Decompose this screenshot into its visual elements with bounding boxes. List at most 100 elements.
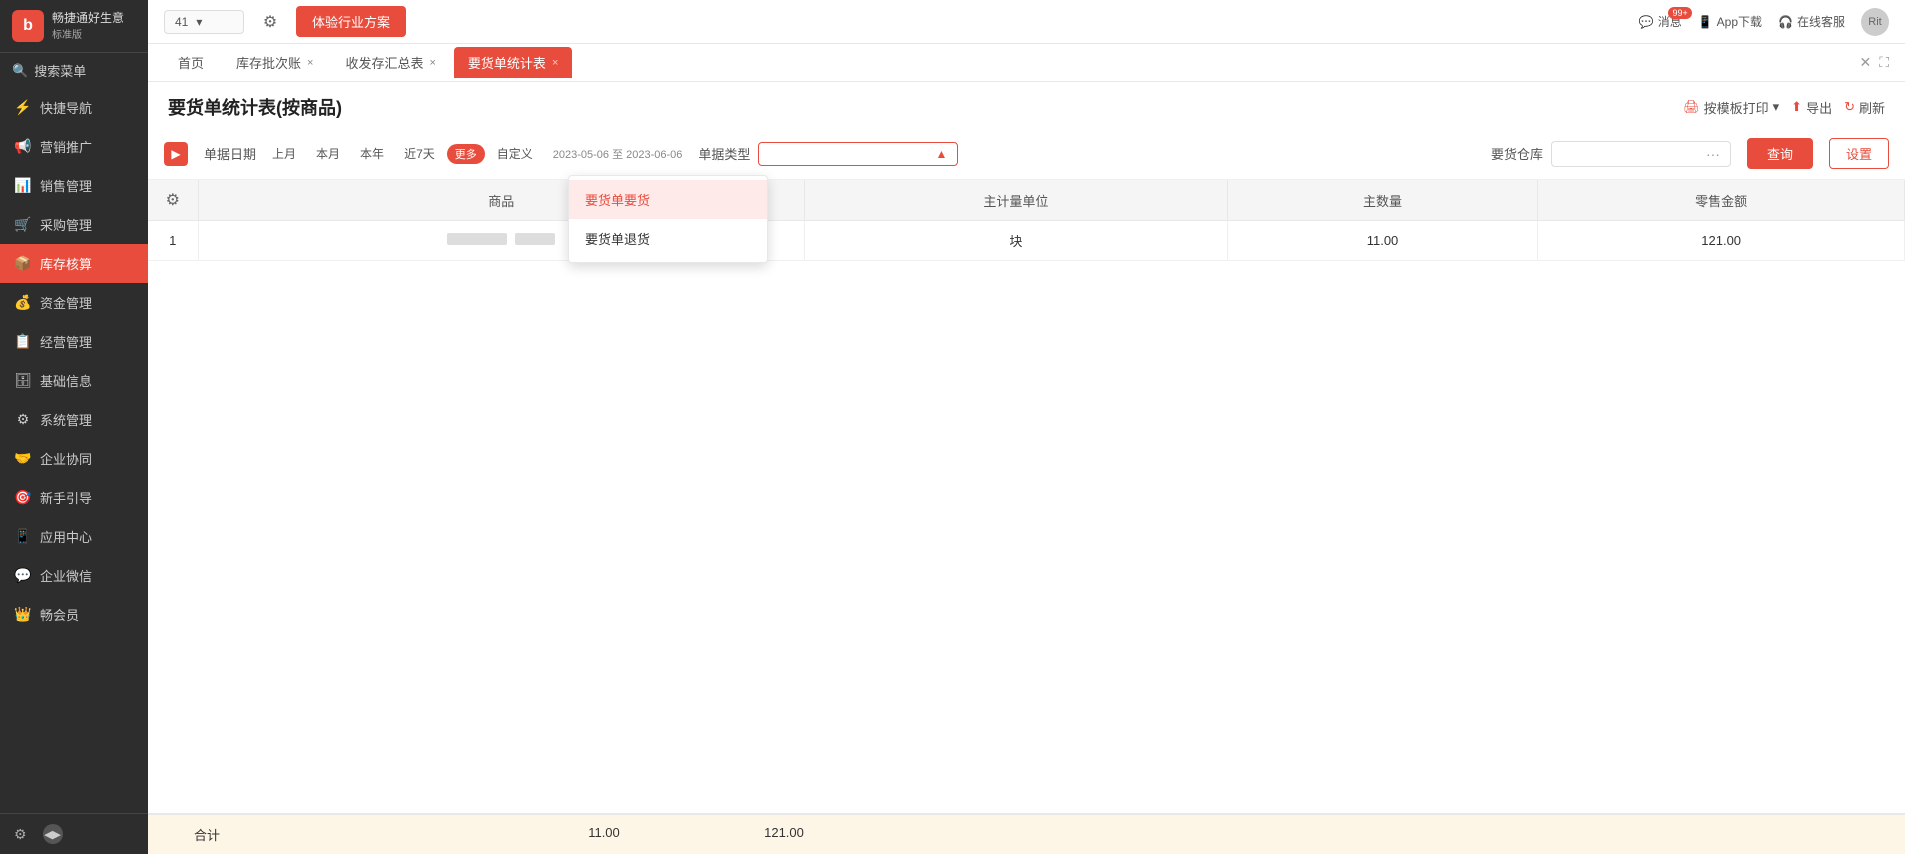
table-col-settings[interactable]: ⚙ [148,180,198,221]
export-action[interactable]: ⬆ 导出 [1791,98,1832,117]
table-container: ⚙ 商品 主计量单位 主数量 零售金额 1 [148,180,1905,813]
dropdown-item-tuihuo[interactable]: 要货单退货 [569,219,767,258]
tab-close-all: ✕ ⛶ [1859,54,1889,71]
page-header: 要货单统计表(按商品) 🖨 按模板打印 ▾ ⬆ 导出 ↻ 刷新 [148,82,1905,128]
date-option-7days[interactable]: 近7天 [396,142,443,165]
service-icon: 🎧 [1778,15,1793,29]
sidebar-item-enterprise[interactable]: 🤝 企业协同 [0,439,148,478]
sidebar-item-basic-info[interactable]: 🗄 基础信息 [0,361,148,400]
close-all-icon[interactable]: ✕ [1859,54,1871,71]
table-col-qty: 主数量 [1227,180,1538,221]
close-inventory-batch-icon[interactable]: × [307,57,313,69]
sidebar-item-label: 采购管理 [40,215,92,234]
messages-action[interactable]: 💬 消息 99+ [1639,13,1682,30]
tab-order-summary[interactable]: 要货单统计表 × [454,47,572,78]
app-download-action[interactable]: 📱 App下载 [1698,13,1762,30]
maximize-icon[interactable]: ⛶ [1879,54,1889,71]
page-content: 要货单统计表(按商品) 🖨 按模板打印 ▾ ⬆ 导出 ↻ 刷新 ▶ [148,82,1905,854]
tab-home[interactable]: 首页 [164,47,218,78]
query-button[interactable]: 查询 [1747,138,1813,169]
wechat-icon: 💬 [14,567,32,584]
sidebar-item-finance[interactable]: 💰 资金管理 [0,283,148,322]
sidebar-item-quick-nav[interactable]: ⚡ 快捷导航 [0,88,148,127]
table-row: 1 块 11.00 121.00 [148,221,1905,261]
sidebar-item-label: 新手引导 [40,488,92,507]
warehouse-label: 要货仓库 [1491,144,1543,163]
operations-icon: 📋 [14,333,32,350]
sidebar-item-operations[interactable]: 📋 经营管理 [0,322,148,361]
system-icon: ⚙ [14,411,32,428]
sidebar-collapse-btn[interactable]: ◀▶ [43,824,63,844]
date-option-custom[interactable]: 自定义 [489,142,541,165]
settings-button[interactable]: 设置 [1829,138,1889,169]
sidebar-search[interactable]: 🔍 搜索菜单 [0,53,148,88]
online-service-action[interactable]: 🎧 在线客服 [1778,13,1845,30]
enterprise-icon: 🤝 [14,450,32,467]
date-option-this-month[interactable]: 本月 [308,142,348,165]
filter-type-group: 单据类型 ▲ 要货单要货 要货单退货 [698,142,1475,166]
filter-date-group: 单据日期 上月 本月 本年 近7天 更多 自定义 2023-05-06 至 20… [204,142,682,165]
footer-amount: 121.00 [724,825,844,844]
column-gear-icon[interactable]: ⚙ [166,192,180,209]
logo-icon: b [12,10,44,42]
sidebar-item-guide[interactable]: 🎯 新手引导 [0,478,148,517]
type-select[interactable]: ▲ [758,142,958,166]
expand-btn[interactable]: ▶ [164,142,188,166]
main-area: 41 ▾ ⚙ 体验行业方案 💬 消息 99+ 📱 App下载 🎧 在线客服 Ri… [148,0,1905,854]
sidebar-item-purchase[interactable]: 🛒 采购管理 [0,205,148,244]
breadcrumb-selector[interactable]: 41 ▾ [164,10,244,34]
table-col-unit: 主计量单位 [805,180,1228,221]
date-option-last-month[interactable]: 上月 [264,142,304,165]
search-icon: 🔍 [12,63,28,79]
sidebar-item-label: 经营管理 [40,332,92,351]
tab-inventory-batch[interactable]: 库存批次账 × [222,47,327,78]
table-cell-qty: 11.00 [1227,221,1538,261]
breadcrumb-num: 41 [175,15,188,29]
sidebar-item-members[interactable]: 👑 畅会员 [0,595,148,634]
footer-qty: 11.00 [544,825,664,844]
logo-name: 畅捷通好生意 [52,11,124,27]
table-col-amount: 零售金额 [1538,180,1905,221]
top-header-right: 💬 消息 99+ 📱 App下载 🎧 在线客服 Rit [1639,8,1889,36]
warehouse-more-icon[interactable]: ··· [1706,146,1720,162]
dropdown-item-yaohuo[interactable]: 要货单要货 [569,180,767,219]
sidebar-item-inventory[interactable]: 📦 库存核算 [0,244,148,283]
close-receive-summary-icon[interactable]: × [429,57,435,69]
sidebar-item-label: 销售管理 [40,176,92,195]
tab-inventory-batch-label: 库存批次账 [236,53,301,72]
sidebar-item-label: 企业微信 [40,566,92,585]
download-icon: 📱 [1698,15,1713,29]
header-gear-btn[interactable]: ⚙ [256,8,284,36]
sidebar-item-wechat[interactable]: 💬 企业微信 [0,556,148,595]
date-option-more[interactable]: 更多 [447,144,485,164]
sidebar-item-label: 快捷导航 [40,98,92,117]
sidebar-item-label: 资金管理 [40,293,92,312]
sidebar-item-label: 库存核算 [40,254,92,273]
top-header-left: 41 ▾ ⚙ 体验行业方案 [164,6,406,37]
sidebar-item-system[interactable]: ⚙ 系统管理 [0,400,148,439]
close-order-summary-icon[interactable]: × [552,57,558,69]
warehouse-input[interactable]: ··· [1551,141,1731,167]
sidebar-item-label: 系统管理 [40,410,92,429]
type-dropdown-arrow[interactable]: ▲ [936,147,948,161]
tab-receive-summary[interactable]: 收发存汇总表 × [331,47,449,78]
avatar[interactable]: Rit [1861,8,1889,36]
chevron-down-icon[interactable]: ▾ [1773,99,1780,115]
date-options: 上月 本月 本年 近7天 更多 自定义 [264,142,541,165]
date-option-this-year[interactable]: 本年 [352,142,392,165]
print-action[interactable]: 🖨 按模板打印 ▾ [1683,98,1779,117]
settings-bottom-icon[interactable]: ⚙ [14,826,27,843]
refresh-action[interactable]: ↻ 刷新 [1844,98,1885,117]
tab-home-label: 首页 [178,53,204,72]
logo-sub: 标准版 [52,26,124,41]
messages-badge: 99+ [1668,7,1691,19]
trial-button[interactable]: 体验行业方案 [296,6,406,37]
sidebar-item-label: 营销推广 [40,137,92,156]
sidebar-item-marketing[interactable]: 📢 营销推广 [0,127,148,166]
table-cell-seq: 1 [148,221,198,261]
sidebar-item-label: 基础信息 [40,371,92,390]
sidebar-item-sales[interactable]: 📊 销售管理 [0,166,148,205]
quick-nav-icon: ⚡ [14,99,32,116]
sidebar-item-app-center[interactable]: 📱 应用中心 [0,517,148,556]
table-cell-amount: 121.00 [1538,221,1905,261]
